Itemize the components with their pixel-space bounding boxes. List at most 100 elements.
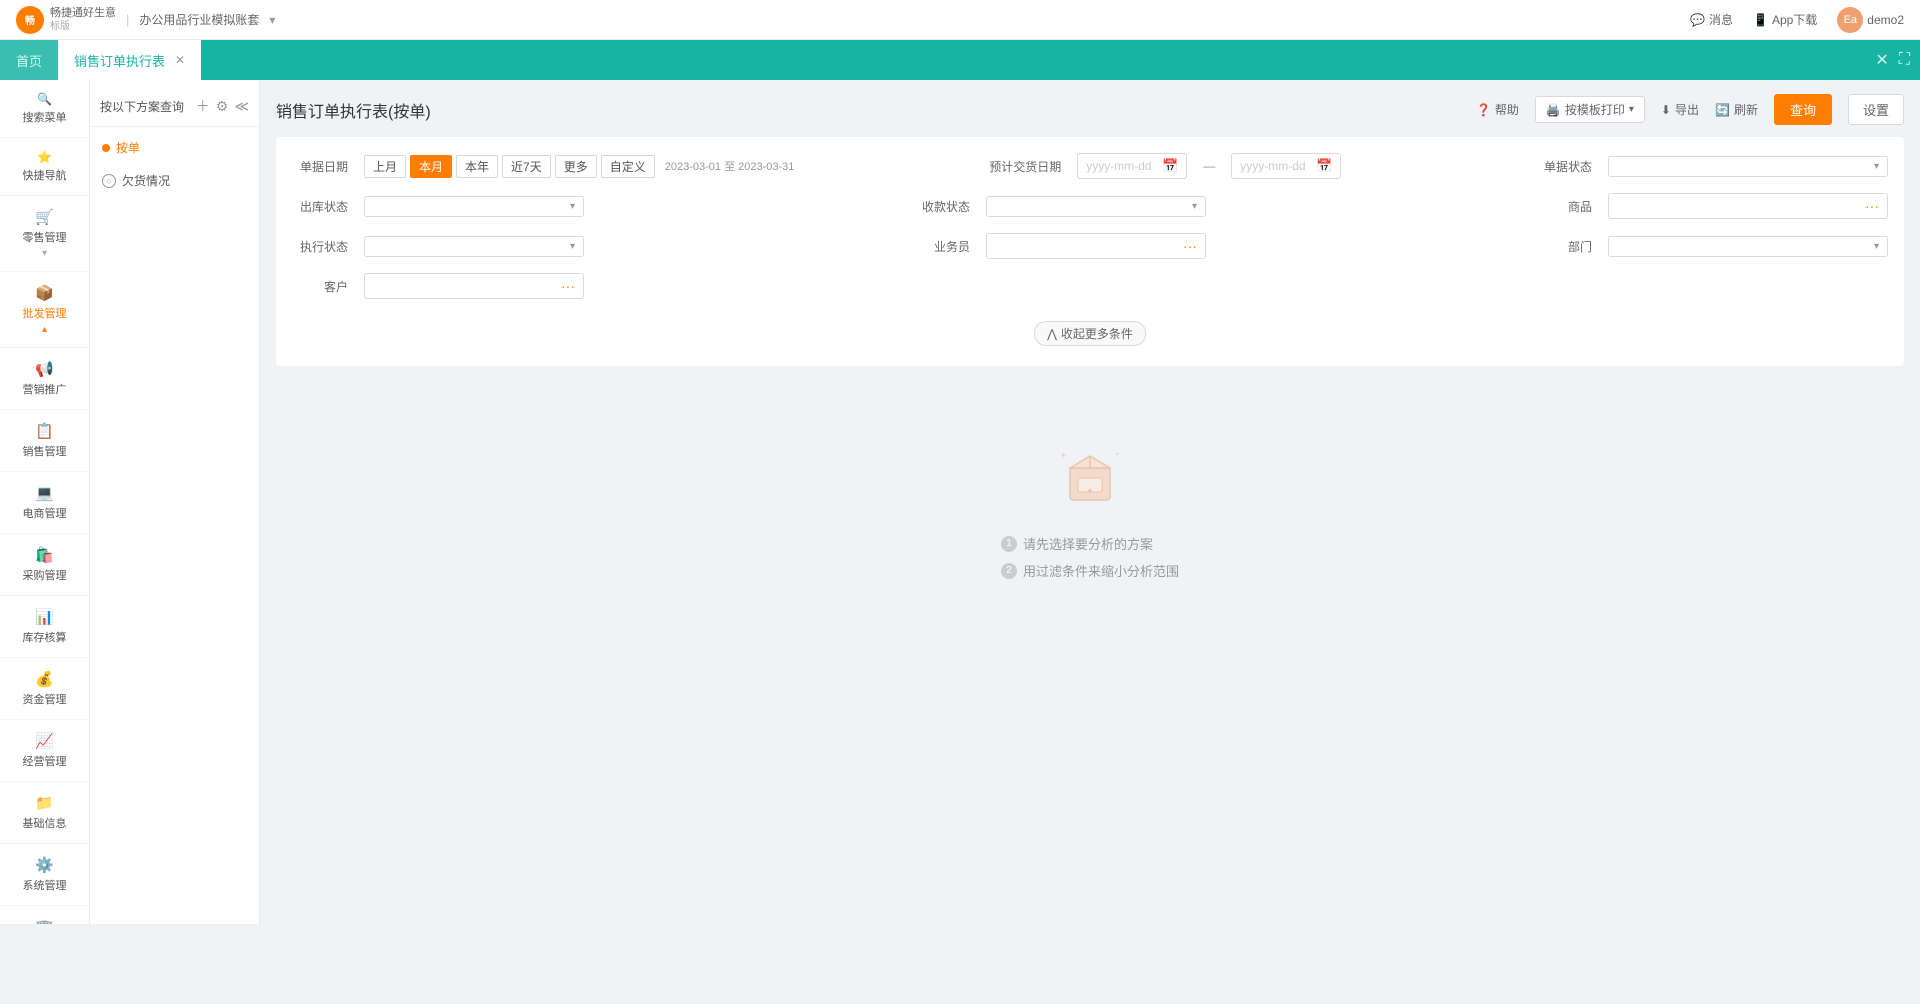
- filter-row-1: 单据日期 上月 本月 本年 近7天 更多 自定义 2023-03-01 至 20…: [292, 153, 1888, 179]
- sidebar-item-finance[interactable]: 💰 资金管理: [0, 658, 89, 720]
- date-btn-7days[interactable]: 近7天: [502, 155, 551, 178]
- date-btn-more[interactable]: 更多: [555, 155, 597, 178]
- empty-tip-1: 1 请先选择要分析的方案: [1001, 534, 1179, 553]
- collapse-row: ⋀ 收起更多条件: [292, 313, 1888, 350]
- salesperson-select[interactable]: ···: [986, 233, 1206, 259]
- scheme-header: 按以下方案查询 ＋ ⚙ ≪: [90, 90, 259, 122]
- filter-row-3: 执行状态 ▾ 业务员 ··· 部门 ▾: [292, 233, 1888, 259]
- inventory-icon: 📊: [35, 608, 54, 626]
- system-icon: ⚙️: [35, 856, 54, 874]
- scheme-dot: [102, 144, 110, 152]
- collapse-btn[interactable]: ⋀ 收起更多条件: [1034, 321, 1146, 346]
- sidebar-item-enterprise[interactable]: 🏢 企业协同: [0, 906, 89, 924]
- date-btn-last-month[interactable]: 上月: [364, 155, 406, 178]
- sidebar-item-ecommerce[interactable]: 💻 电商管理: [0, 472, 89, 534]
- basicinfo-icon: 📁: [35, 794, 54, 812]
- collect-status-arrow: ▾: [1192, 201, 1197, 212]
- avatar: Ea: [1837, 7, 1863, 33]
- customer-select[interactable]: ···: [364, 273, 584, 299]
- purchase-icon: 🛍️: [35, 546, 54, 564]
- date-btn-this-year[interactable]: 本年: [456, 155, 498, 178]
- sidebar-item-wholesale[interactable]: 📦 批发管理 ▴: [0, 272, 89, 348]
- expand-arrow: ▾: [42, 248, 47, 259]
- sidebar-item-basicinfo[interactable]: 📁 基础信息: [0, 782, 89, 844]
- collapse-panel-icon[interactable]: ≪: [234, 98, 249, 115]
- tab-home[interactable]: 首页: [0, 40, 58, 80]
- expected-date-start[interactable]: yyyy-mm-dd 📅: [1077, 153, 1187, 179]
- message-btn[interactable]: 💬 消息: [1690, 11, 1733, 28]
- svg-text:✦: ✦: [1115, 451, 1120, 458]
- top-bar-left: 畅 畅捷通好生意 标版 | 办公用品行业模拟账套 ▾: [16, 6, 275, 34]
- sidebar-item-quicknav[interactable]: ⭐ 快捷导航: [0, 138, 89, 196]
- settings-btn[interactable]: 设置: [1848, 94, 1904, 125]
- sidebar-item-sales[interactable]: 📋 销售管理: [0, 410, 89, 472]
- filter-card: 单据日期 上月 本月 本年 近7天 更多 自定义 2023-03-01 至 20…: [276, 137, 1904, 366]
- user-area[interactable]: Ea demo2: [1837, 7, 1904, 33]
- doc-status-select[interactable]: ▾: [1608, 156, 1888, 177]
- expected-date-label: 预计交货日期: [989, 158, 1061, 175]
- sidebar-item-search[interactable]: 🔍 搜索菜单: [0, 80, 89, 138]
- expected-date-end[interactable]: yyyy-mm-dd 📅: [1231, 153, 1341, 179]
- top-bar-right: 💬 消息 📱 App下载 Ea demo2: [1690, 7, 1904, 33]
- help-icon: ❓: [1476, 103, 1491, 117]
- sidebar: 🔍 搜索菜单 ⭐ 快捷导航 🛒 零售管理 ▾ 📦 批发管理 ▴ 📢 营销推广 📋…: [0, 80, 90, 924]
- left-panel: 按以下方案查询 ＋ ⚙ ≪ 按单 ○ 欠货情况: [90, 80, 260, 924]
- date-btn-this-month[interactable]: 本月: [410, 155, 452, 178]
- sidebar-item-operations[interactable]: 📈 经营管理: [0, 720, 89, 782]
- sidebar-item-system[interactable]: ⚙️ 系统管理: [0, 844, 89, 906]
- collapse-icon: ⋀: [1047, 327, 1057, 341]
- nav-tabs: 首页 销售订单执行表 ✕ ✕ ⛶: [0, 40, 1920, 80]
- expand-icon[interactable]: ▾: [269, 13, 275, 27]
- exec-status-select[interactable]: ▾: [364, 236, 584, 257]
- operations-icon: 📈: [35, 732, 54, 750]
- refresh-btn[interactable]: 🔄 刷新: [1715, 101, 1758, 118]
- dept-label: 部门: [1536, 238, 1592, 255]
- sidebar-item-marketing[interactable]: 📢 营销推广: [0, 348, 89, 410]
- goods-select[interactable]: ···: [1608, 193, 1888, 219]
- tab-close-icon[interactable]: ✕: [175, 53, 185, 67]
- download-icon: 📱: [1753, 13, 1768, 27]
- date-dash: —: [1203, 159, 1215, 173]
- query-btn[interactable]: 查询: [1774, 94, 1832, 125]
- scheme-title: 按以下方案查询: [100, 98, 184, 115]
- empty-tips: 1 请先选择要分析的方案 2 用过滤条件来缩小分析范围: [1001, 534, 1179, 580]
- print-expand-icon: ▾: [1629, 104, 1634, 115]
- collect-status-select[interactable]: ▾: [986, 196, 1206, 217]
- layout: 🔍 搜索菜单 ⭐ 快捷导航 🛒 零售管理 ▾ 📦 批发管理 ▴ 📢 营销推广 📋…: [0, 80, 1920, 924]
- close-window-btn[interactable]: ✕: [1875, 50, 1888, 70]
- quicknav-icon: ⭐: [37, 150, 52, 164]
- filter-row-4: 客户 ···: [292, 273, 1888, 299]
- salesperson-dots[interactable]: ···: [1183, 238, 1197, 254]
- maximize-window-btn[interactable]: ⛶: [1899, 51, 1910, 69]
- app-download-btn[interactable]: 📱 App下载: [1753, 11, 1817, 28]
- doc-status-label: 单据状态: [1536, 158, 1592, 175]
- add-scheme-icon[interactable]: ＋: [196, 96, 210, 116]
- sidebar-item-purchase[interactable]: 🛍️ 采购管理: [0, 534, 89, 596]
- print-btn[interactable]: 🖨️ 按模板打印 ▾: [1535, 96, 1645, 123]
- top-bar: 畅 畅捷通好生意 标版 | 办公用品行业模拟账套 ▾ 💬 消息 📱 App下载 …: [0, 0, 1920, 40]
- exec-status-label: 执行状态: [292, 238, 348, 255]
- date-btn-custom[interactable]: 自定义: [601, 155, 655, 178]
- finance-icon: 💰: [35, 670, 54, 688]
- goods-dots[interactable]: ···: [1865, 198, 1879, 214]
- logo-icon: 畅: [16, 6, 44, 34]
- scheme-item-欠货情况[interactable]: ○ 欠货情况: [90, 164, 259, 197]
- scheme-item-按单[interactable]: 按单: [90, 131, 259, 164]
- expand-arrow2: ▴: [42, 324, 47, 335]
- exec-status-arrow: ▾: [570, 241, 575, 252]
- sidebar-item-retail[interactable]: 🛒 零售管理 ▾: [0, 196, 89, 272]
- out-status-select[interactable]: ▾: [364, 196, 584, 217]
- customer-label: 客户: [292, 278, 348, 295]
- dept-select[interactable]: ▾: [1608, 236, 1888, 257]
- svg-text:✦: ✦: [1086, 486, 1094, 496]
- salesperson-label: 业务员: [914, 238, 970, 255]
- customer-dots[interactable]: ···: [561, 278, 575, 294]
- export-btn[interactable]: ⬇ 导出: [1661, 101, 1699, 118]
- empty-icon: ✦ ✦ ✦: [1050, 438, 1130, 518]
- help-btn[interactable]: ❓ 帮助: [1476, 101, 1519, 118]
- export-icon: ⬇: [1661, 103, 1671, 117]
- doc-status-arrow: ▾: [1874, 161, 1879, 172]
- settings-scheme-icon[interactable]: ⚙: [216, 98, 229, 115]
- tab-sales-order-exec[interactable]: 销售订单执行表 ✕: [58, 40, 201, 80]
- sidebar-item-inventory[interactable]: 📊 库存核算: [0, 596, 89, 658]
